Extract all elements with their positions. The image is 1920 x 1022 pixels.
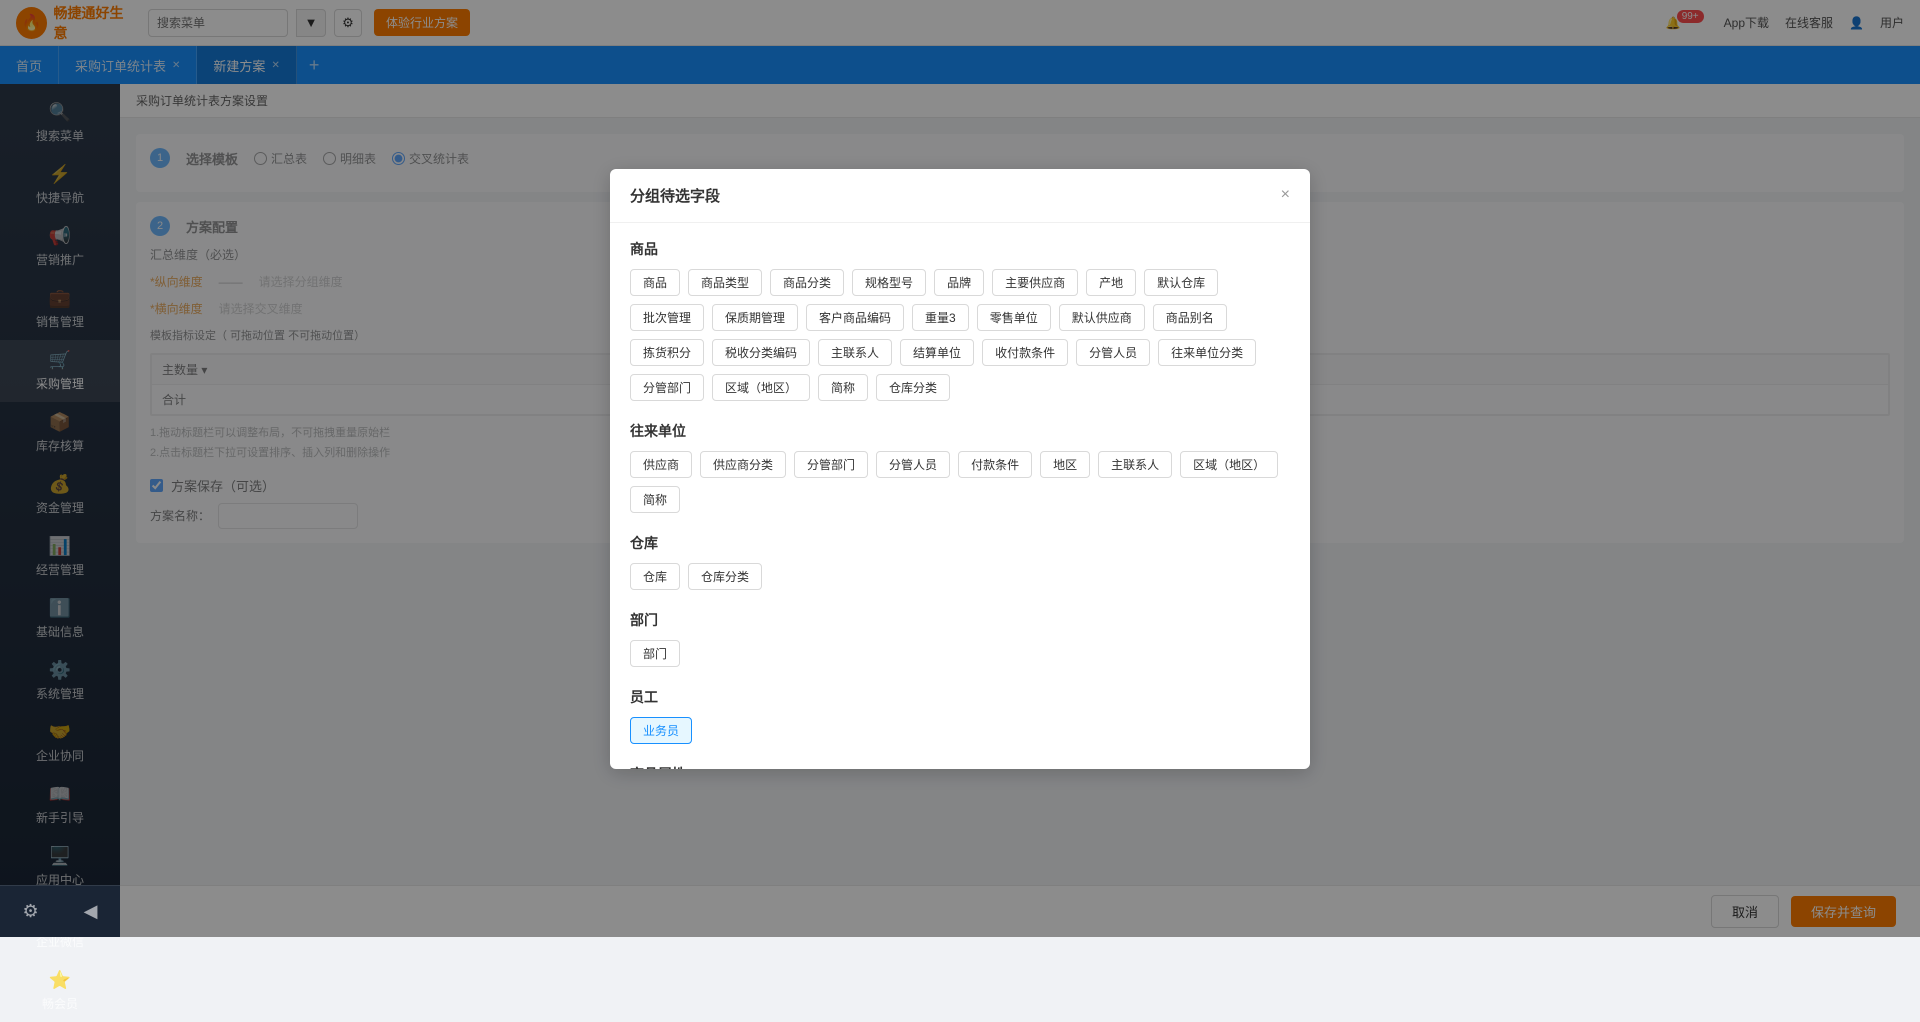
tag-short-name[interactable]: 简称 [818,374,868,401]
tag-warehouse[interactable]: 仓库 [630,563,680,590]
tag-product-type[interactable]: 商品类型 [688,269,762,296]
tag-retail-unit[interactable]: 零售单位 [977,304,1051,331]
sidebar-collapse-button[interactable]: ◀ [84,901,98,922]
tag-product[interactable]: 商品 [630,269,680,296]
field-group-dept: 部门 部门 [630,610,1290,667]
tag-spec-model[interactable]: 规格型号 [852,269,926,296]
tag-payment-terms[interactable]: 收付款条件 [982,339,1068,366]
tag-settlement-unit[interactable]: 结算单位 [900,339,974,366]
tag-supplier-category[interactable]: 供应商分类 [700,451,786,478]
modal-body[interactable]: 商品 商品 商品类型 商品分类 规格型号 品牌 主要供应商 产地 默认仓库 批次… [610,223,1310,769]
tag-warehouse-cat[interactable]: 仓库分类 [688,563,762,590]
sidebar-footer: ⚙ ◀ [0,885,120,937]
tag-supervisor[interactable]: 分管人员 [1076,339,1150,366]
tag-weight[interactable]: 重量3 [912,304,969,331]
tag-salesperson[interactable]: 业务员 [630,717,692,744]
field-group-dept-title: 部门 [630,610,1290,630]
field-group-staff-title: 员工 [630,687,1290,707]
tag-payment-cond[interactable]: 付款条件 [958,451,1032,478]
field-group-partner-title: 往来单位 [630,421,1290,441]
tag-area[interactable]: 地区 [1040,451,1090,478]
field-tags-warehouse: 仓库 仓库分类 [630,563,1290,590]
tag-region[interactable]: 区域（地区） [712,374,810,401]
vip-icon: ⭐ [49,970,71,991]
tag-partner-contact[interactable]: 主联系人 [1098,451,1172,478]
tag-default-supplier[interactable]: 默认供应商 [1059,304,1145,331]
sidebar-item-vip[interactable]: ⭐ 畅会员 [0,960,120,1022]
tag-main-supplier[interactable]: 主要供应商 [992,269,1078,296]
tag-product-alias[interactable]: 商品别名 [1153,304,1227,331]
field-tags-product: 商品 商品类型 商品分类 规格型号 品牌 主要供应商 产地 默认仓库 批次管理 … [630,269,1290,401]
field-tags-dept: 部门 [630,640,1290,667]
tag-tax-code[interactable]: 税收分类编码 [712,339,810,366]
field-group-product-attr-title: 商品属性 [630,764,1290,769]
modal-close-button[interactable]: × [1281,186,1290,204]
tag-brand[interactable]: 品牌 [934,269,984,296]
tag-dept[interactable]: 部门 [630,640,680,667]
tag-partner-dept[interactable]: 分管部门 [794,451,868,478]
tag-product-category[interactable]: 商品分类 [770,269,844,296]
tag-dept-managed[interactable]: 分管部门 [630,374,704,401]
field-group-product-attr: 商品属性 属性 颜色 多规格 尺码 鞋码 1 [630,764,1290,769]
tag-partner-supervisor[interactable]: 分管人员 [876,451,950,478]
tag-warehouse-category[interactable]: 仓库分类 [876,374,950,401]
field-tags-partner: 供应商 供应商分类 分管部门 分管人员 付款条件 地区 主联系人 区域（地区） … [630,451,1290,513]
field-group-partner: 往来单位 供应商 供应商分类 分管部门 分管人员 付款条件 地区 主联系人 区域… [630,421,1290,513]
tag-partner-short[interactable]: 简称 [630,486,680,513]
field-group-warehouse: 仓库 仓库 仓库分类 [630,533,1290,590]
field-group-product: 商品 商品 商品类型 商品分类 规格型号 品牌 主要供应商 产地 默认仓库 批次… [630,239,1290,401]
tag-shelf-life[interactable]: 保质期管理 [712,304,798,331]
tag-origin[interactable]: 产地 [1086,269,1136,296]
modal-title: 分组待选字段 [630,185,720,206]
sidebar-settings-button[interactable]: ⚙ [23,901,39,922]
tag-default-warehouse[interactable]: 默认仓库 [1144,269,1218,296]
tag-main-contact[interactable]: 主联系人 [818,339,892,366]
modal-overlay: 分组待选字段 × 商品 商品 商品类型 商品分类 规格型号 品牌 主要供应商 产… [0,0,1920,937]
field-group-warehouse-title: 仓库 [630,533,1290,553]
field-tags-staff: 业务员 [630,717,1290,744]
tag-partner-region[interactable]: 区域（地区） [1180,451,1278,478]
field-group-staff: 员工 业务员 [630,687,1290,744]
field-group-product-title: 商品 [630,239,1290,259]
sidebar-item-vip-label: 畅会员 [42,995,78,1012]
modal-header: 分组待选字段 × [610,169,1310,223]
tag-pick-points[interactable]: 拣货积分 [630,339,704,366]
tag-customer-code[interactable]: 客户商品编码 [806,304,904,331]
tag-supplier[interactable]: 供应商 [630,451,692,478]
modal-dialog: 分组待选字段 × 商品 商品 商品类型 商品分类 规格型号 品牌 主要供应商 产… [610,169,1310,769]
tag-batch-mgmt[interactable]: 批次管理 [630,304,704,331]
tag-partner-category[interactable]: 往来单位分类 [1158,339,1256,366]
